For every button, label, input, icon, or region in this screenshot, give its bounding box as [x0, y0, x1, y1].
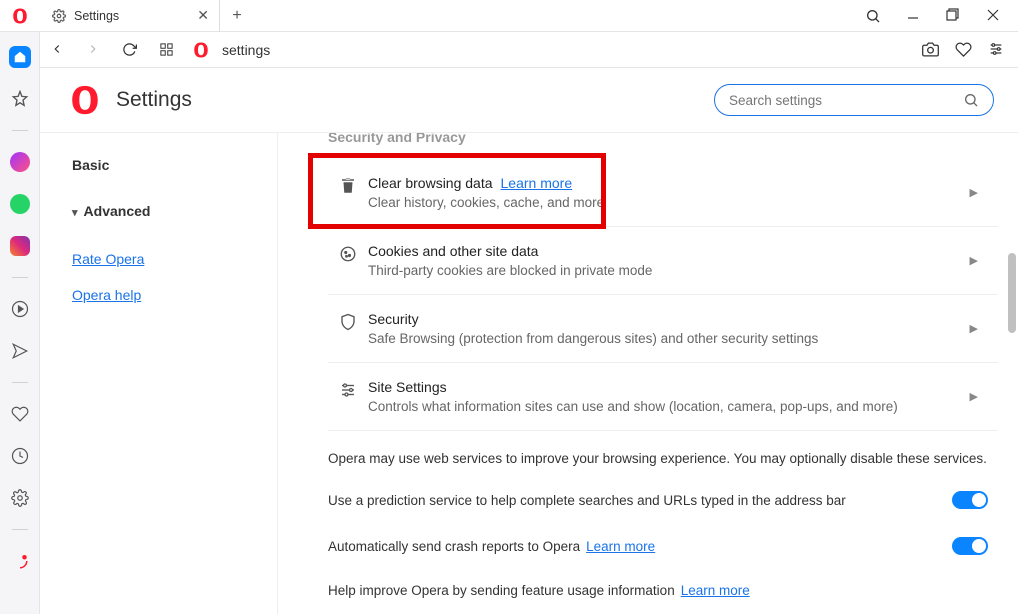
row-desc: Third-party cookies are blocked in priva…	[368, 263, 960, 278]
instagram-icon[interactable]	[9, 235, 31, 257]
opt-label: Automatically send crash reports to Oper…	[328, 539, 580, 554]
history-icon[interactable]	[9, 445, 31, 467]
search-tabs-icon[interactable]	[864, 8, 882, 24]
opt-usage: Help improve Opera by sending feature us…	[328, 569, 998, 612]
player-icon[interactable]	[9, 298, 31, 320]
window-maximize-button[interactable]	[944, 8, 962, 24]
opt-prediction: Use a prediction service to help complet…	[328, 477, 998, 523]
row-learn-more[interactable]: Learn more	[501, 175, 573, 191]
sidebar-item-advanced[interactable]: Advanced	[72, 203, 277, 219]
chevron-right-icon: ▶	[970, 186, 978, 199]
send-icon[interactable]	[9, 340, 31, 362]
toggle-prediction[interactable]	[952, 491, 988, 509]
side-rail	[0, 32, 40, 614]
nav-back-button[interactable]	[50, 42, 64, 57]
snapshot-icon[interactable]	[922, 41, 939, 58]
opera-logo-large-icon	[68, 83, 102, 117]
row-cookies[interactable]: Cookies and other site data Third-party …	[328, 227, 998, 295]
home-icon[interactable]	[9, 46, 31, 68]
row-title: Security	[368, 311, 960, 327]
settings-gear-icon[interactable]	[9, 487, 31, 509]
row-title: Clear browsing data	[368, 175, 493, 191]
services-note: Opera may use web services to improve yo…	[328, 431, 998, 477]
messenger-icon[interactable]	[9, 151, 31, 173]
settings-sidebar: Basic Advanced Rate Opera Opera help	[40, 133, 278, 614]
tab-close-icon[interactable]: ✕	[197, 7, 209, 24]
chevron-right-icon: ▶	[970, 254, 978, 267]
gear-icon	[52, 9, 66, 23]
chevron-right-icon: ▶	[970, 322, 978, 335]
pinboard-icon[interactable]	[9, 88, 31, 110]
toggle-crash[interactable]	[952, 537, 988, 555]
new-tab-button[interactable]: +	[220, 7, 254, 25]
whatsapp-icon[interactable]	[9, 193, 31, 215]
settings-main: Security and Privacy Clear browsing data…	[278, 133, 1018, 614]
browser-toolbar: settings	[0, 32, 1018, 68]
row-desc: Controls what information sites can use …	[368, 399, 960, 414]
nav-reload-button[interactable]	[122, 42, 137, 57]
scrollbar-thumb[interactable]	[1008, 253, 1016, 333]
sidebar-link-rate[interactable]: Rate Opera	[72, 251, 277, 267]
opt-learn-more[interactable]: Learn more	[681, 583, 750, 598]
row-site-settings[interactable]: Site Settings Controls what information …	[328, 363, 998, 431]
row-clear-browsing-data[interactable]: Clear browsing data Learn more Clear hist…	[328, 159, 998, 227]
sliders-icon	[328, 379, 368, 399]
sidebar-link-help[interactable]: Opera help	[72, 287, 277, 303]
tab-label: Settings	[74, 9, 119, 23]
shield-icon	[328, 311, 368, 331]
sidebar-item-basic[interactable]: Basic	[72, 157, 277, 173]
window-close-button[interactable]	[984, 8, 1002, 24]
opt-label: Help improve Opera by sending feature us…	[328, 583, 675, 598]
settings-header: Settings	[40, 68, 1018, 133]
section-title: Security and Privacy	[328, 133, 998, 145]
row-security[interactable]: Security Safe Browsing (protection from …	[328, 295, 998, 363]
row-title: Site Settings	[368, 379, 960, 395]
search-settings-input[interactable]	[729, 93, 963, 108]
window-titlebar: Settings ✕ +	[0, 0, 1018, 32]
row-desc: Safe Browsing (protection from dangerous…	[368, 331, 960, 346]
opera-o-icon	[192, 41, 210, 59]
window-minimize-button[interactable]	[904, 8, 922, 24]
nav-forward-button[interactable]	[86, 42, 100, 57]
row-desc: Clear history, cookies, cache, and more	[368, 195, 960, 210]
opt-learn-more[interactable]: Learn more	[586, 539, 655, 554]
nav-speeddial-button[interactable]	[159, 42, 174, 57]
opera-logo-icon	[0, 7, 40, 25]
update-icon[interactable]	[9, 550, 31, 572]
cookie-icon	[328, 243, 368, 263]
page-title: Settings	[116, 88, 192, 112]
heart-icon[interactable]	[955, 41, 972, 58]
easy-setup-icon[interactable]	[988, 41, 1004, 58]
address-text[interactable]: settings	[222, 42, 270, 58]
trash-icon	[328, 175, 368, 195]
search-icon	[963, 92, 979, 108]
heart-rail-icon[interactable]	[9, 403, 31, 425]
opt-label: Use a prediction service to help complet…	[328, 493, 846, 508]
tab-settings[interactable]: Settings ✕	[40, 0, 220, 32]
search-settings-box[interactable]	[714, 84, 994, 116]
row-title: Cookies and other site data	[368, 243, 960, 259]
opt-crash: Automatically send crash reports to Oper…	[328, 523, 998, 569]
chevron-right-icon: ▶	[970, 390, 978, 403]
